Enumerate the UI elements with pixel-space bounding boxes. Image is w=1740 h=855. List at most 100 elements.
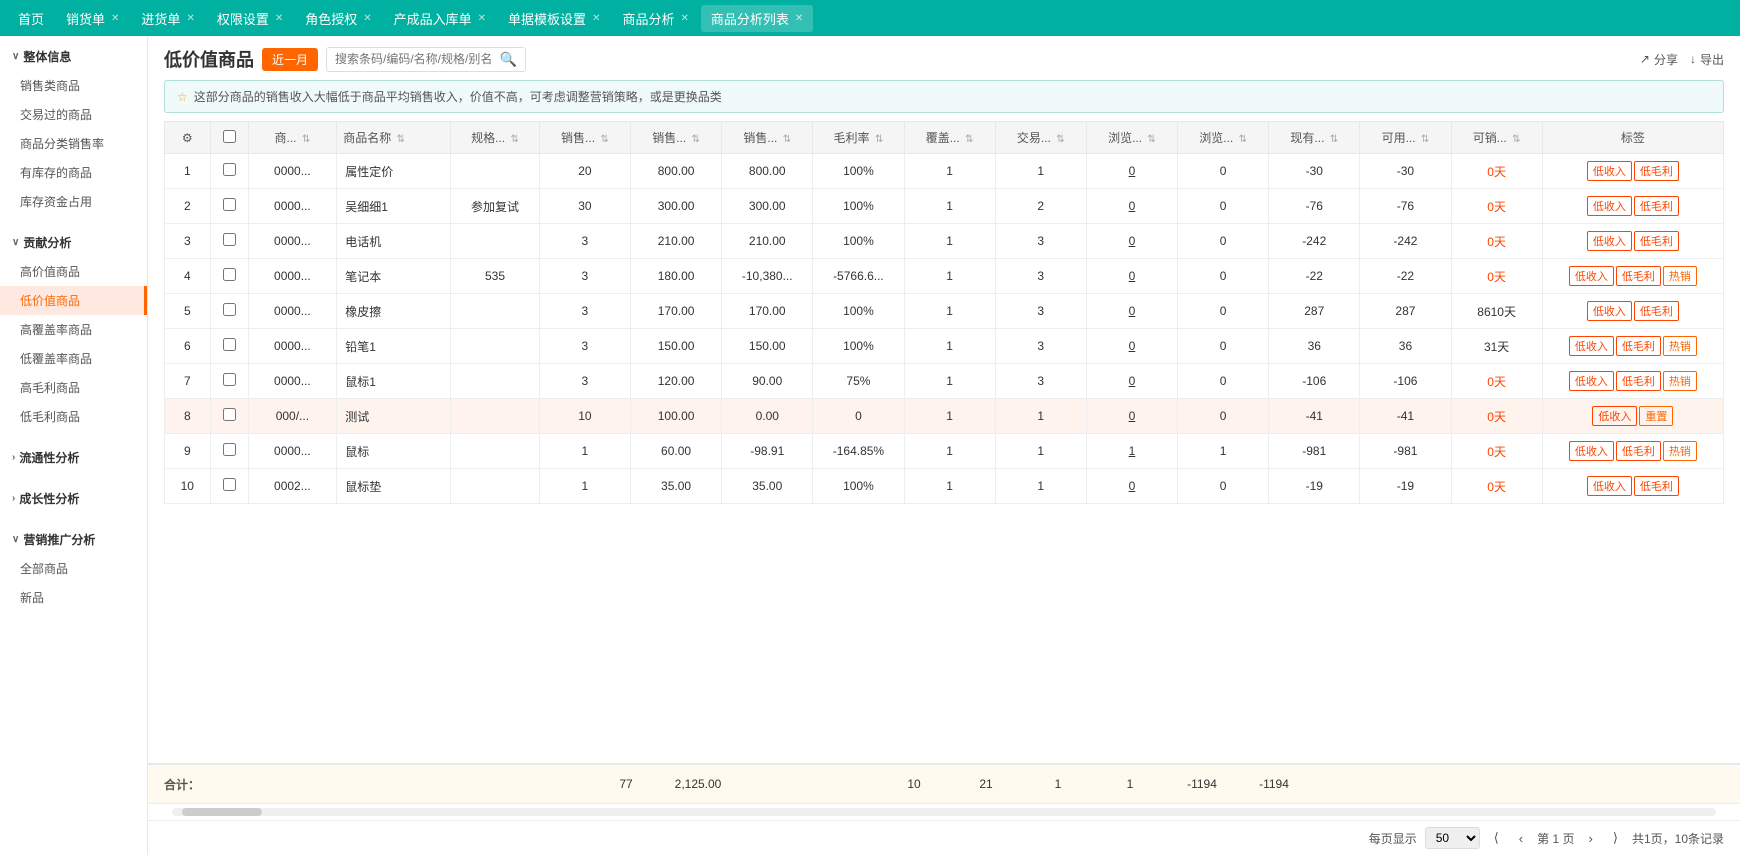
th-settings[interactable]: ⚙ (165, 122, 211, 154)
browse-link[interactable]: 0 (1129, 374, 1136, 388)
th-browse2[interactable]: 浏览... ⇅ (1178, 122, 1269, 154)
row-checkbox[interactable] (223, 443, 236, 456)
nav-product-stock[interactable]: 产成品入库单 ✕ (384, 5, 496, 32)
row-checkbox[interactable] (223, 198, 236, 211)
th-code[interactable]: 商... ⇅ (248, 122, 337, 154)
browse-link[interactable]: 0 (1129, 479, 1136, 493)
footer-cells: 77 2,125.00 10 21 1 1 -1194 -1194 (294, 773, 1724, 795)
row-checkbox[interactable] (223, 338, 236, 351)
browse-link[interactable]: 0 (1129, 164, 1136, 178)
th-spec[interactable]: 规格... ⇅ (451, 122, 540, 154)
th-trade[interactable]: 交易... ⇅ (995, 122, 1086, 154)
sidebar-item-category-rate[interactable]: 商品分类销售率 (0, 129, 147, 158)
sidebar-group-overall[interactable]: ∨ 整体信息 (0, 42, 147, 71)
row-checkbox[interactable] (223, 478, 236, 491)
sidebar-item-traded[interactable]: 交易过的商品 (0, 100, 147, 129)
th-saleable[interactable]: 可销... ⇅ (1451, 122, 1542, 154)
row-spec (451, 154, 540, 189)
th-coverage[interactable]: 覆盖... ⇅ (904, 122, 995, 154)
row-checkbox-cell (210, 364, 248, 399)
browse-link[interactable]: 0 (1129, 304, 1136, 318)
browse-link[interactable]: 0 (1129, 199, 1136, 213)
browse-link[interactable]: 0 (1129, 234, 1136, 248)
th-sales1[interactable]: 销售... ⇅ (539, 122, 630, 154)
nav-sales-order[interactable]: 销货单 ✕ (56, 5, 129, 32)
th-available[interactable]: 可用... ⇅ (1360, 122, 1451, 154)
nav-role-auth[interactable]: 角色授权 ✕ (295, 5, 381, 32)
page-next-btn[interactable]: › (1583, 829, 1599, 848)
footer-v7: 1 (1022, 773, 1094, 795)
row-tags: 低收入低毛利 (1542, 224, 1723, 259)
sidebar-item-new-products[interactable]: 新品 (0, 583, 147, 612)
period-button[interactable]: 近一月 (262, 48, 318, 71)
search-input[interactable] (335, 52, 494, 66)
sidebar-item-high-coverage[interactable]: 高覆盖率商品 (0, 315, 147, 344)
nav-close-template[interactable]: ✕ (592, 13, 600, 24)
row-spec (451, 434, 540, 469)
nav-close-analysis[interactable]: ✕ (680, 13, 688, 24)
row-checkbox[interactable] (223, 373, 236, 386)
sidebar-item-in-stock[interactable]: 有库存的商品 (0, 158, 147, 187)
browse-link[interactable]: 1 (1129, 444, 1136, 458)
sidebar-item-high-value[interactable]: 高价值商品 (0, 257, 147, 286)
browse-link[interactable]: 0 (1129, 409, 1136, 423)
nav-analysis-list[interactable]: 商品分析列表 ✕ (701, 5, 813, 32)
row-checkbox[interactable] (223, 268, 236, 281)
row-v4: 100% (813, 294, 904, 329)
select-all-checkbox[interactable] (223, 130, 236, 143)
nav-close-permission[interactable]: ✕ (275, 13, 283, 24)
browse-link[interactable]: 0 (1129, 339, 1136, 353)
th-sales3[interactable]: 销售... ⇅ (722, 122, 813, 154)
row-checkbox[interactable] (223, 303, 236, 316)
browse-link[interactable]: 0 (1129, 269, 1136, 283)
sidebar-item-low-value[interactable]: 低价值商品 (0, 286, 147, 315)
share-button[interactable]: ↗ 分享 (1640, 51, 1678, 68)
nav-close-sales[interactable]: ✕ (111, 13, 119, 24)
nav-purchase-order[interactable]: 进货单 ✕ (131, 5, 204, 32)
page-info: 第 1 页 (1537, 830, 1574, 847)
row-checkbox[interactable] (223, 233, 236, 246)
row-checkbox[interactable] (223, 163, 236, 176)
row-checkbox[interactable] (223, 408, 236, 421)
th-current-stock[interactable]: 现有... ⇅ (1269, 122, 1360, 154)
row-v10: -106 (1360, 364, 1451, 399)
nav-permission[interactable]: 权限设置 ✕ (207, 5, 293, 32)
sidebar-group-growth[interactable]: › 成长性分析 (0, 484, 147, 513)
search-icon[interactable]: 🔍 (500, 51, 517, 68)
th-sales2[interactable]: 销售... ⇅ (630, 122, 721, 154)
row-tags: 低收入低毛利 (1542, 469, 1723, 504)
sidebar-item-sales-products[interactable]: 销售类商品 (0, 71, 147, 100)
row-tags: 低收入低毛利热销 (1542, 434, 1723, 469)
page-first-btn[interactable]: ⟨ (1488, 828, 1505, 848)
nav-close-role[interactable]: ✕ (363, 13, 371, 24)
sidebar-item-stock-fund[interactable]: 库存资金占用 (0, 187, 147, 216)
page-prev-btn[interactable]: ‹ (1513, 829, 1529, 848)
sidebar-item-high-margin[interactable]: 高毛利商品 (0, 373, 147, 402)
footer-empty9 (1382, 773, 1724, 795)
row-name: 鼠标1 (337, 364, 451, 399)
sidebar-group-circulation[interactable]: › 流通性分析 (0, 443, 147, 472)
sidebar-group-marketing[interactable]: ∨ 营销推广分析 (0, 525, 147, 554)
th-margin[interactable]: 毛利率 ⇅ (813, 122, 904, 154)
th-browse1[interactable]: 浏览... ⇅ (1086, 122, 1177, 154)
page-size-select[interactable]: 50 100 (1425, 827, 1480, 849)
page-last-btn[interactable]: ⟩ (1607, 828, 1624, 848)
nav-close-purchase[interactable]: ✕ (186, 13, 194, 24)
nav-template[interactable]: 单据模板设置 ✕ (498, 5, 610, 32)
sidebar-item-all-products[interactable]: 全部商品 (0, 554, 147, 583)
nav-close-stock[interactable]: ✕ (478, 13, 486, 24)
tag-label: 低毛利 (1634, 301, 1679, 321)
table-wrap[interactable]: ⚙ 商... ⇅ 商品名称 ⇅ 规格... ⇅ 销售... ⇅ 销售... ⇅ … (148, 121, 1740, 763)
th-name[interactable]: 商品名称 ⇅ (337, 122, 451, 154)
nav-close-analysis-list[interactable]: ✕ (795, 13, 803, 24)
tag-label: 热销 (1663, 371, 1697, 391)
scrollbar-track[interactable] (172, 808, 1716, 816)
sidebar-item-low-coverage[interactable]: 低覆盖率商品 (0, 344, 147, 373)
sidebar-item-low-margin[interactable]: 低毛利商品 (0, 402, 147, 431)
tag-label: 低毛利 (1634, 196, 1679, 216)
nav-home[interactable]: 首页 (8, 5, 54, 32)
sidebar-group-contribution[interactable]: ∨ 贡献分析 (0, 228, 147, 257)
row-num: 4 (165, 259, 211, 294)
nav-product-analysis[interactable]: 商品分析 ✕ (612, 5, 698, 32)
export-button[interactable]: ↓ 导出 (1690, 51, 1724, 68)
